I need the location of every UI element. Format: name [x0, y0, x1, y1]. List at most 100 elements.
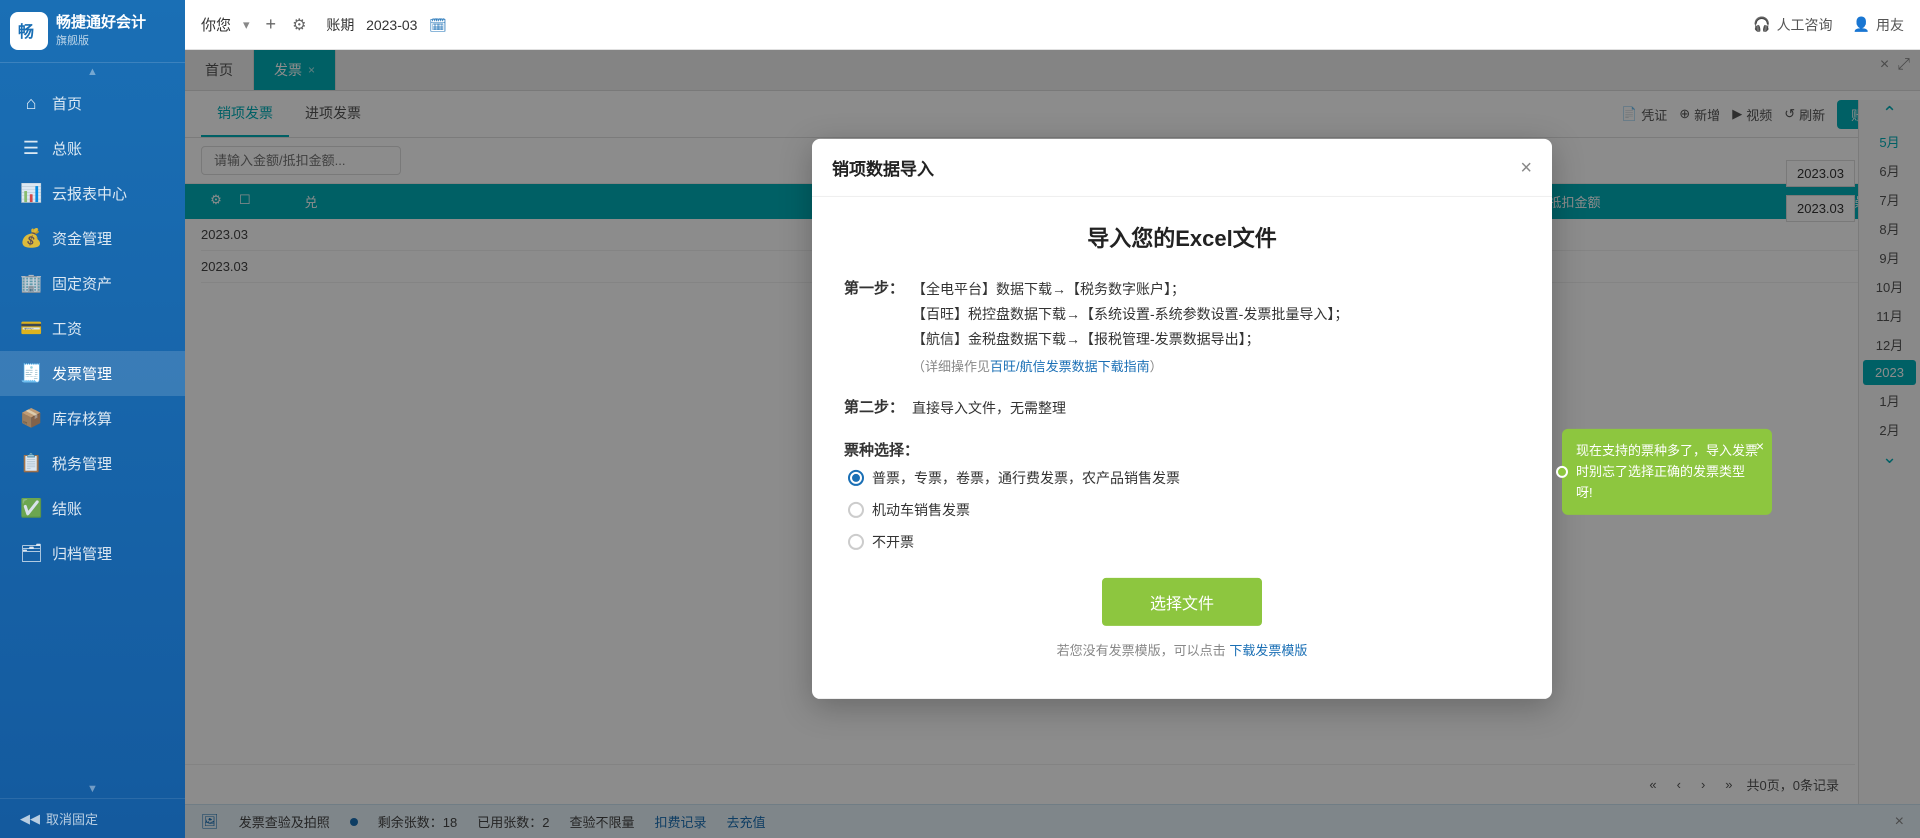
sidebar-item-fund[interactable]: 💰 资金管理 — [0, 216, 185, 261]
inventory-icon: 📦 — [20, 408, 42, 429]
consult-label: 人工咨询 — [1777, 15, 1833, 35]
dialog-header: 销项数据导入 × — [812, 139, 1552, 197]
topbar-right: 🎧 人工咨询 👤 用友 — [1753, 15, 1904, 35]
sidebar-item-report-label: 云报表中心 — [52, 183, 127, 204]
sidebar-item-invoice-label: 发票管理 — [52, 363, 112, 384]
radio-motor-circle — [848, 502, 864, 518]
step2: 第二步： 直接导入文件，无需整理 — [844, 396, 1520, 421]
step1-line-1: 【百旺】税控盘数据下载→【系统设置-系统参数设置-发票批量导入】； — [912, 302, 1348, 327]
ticket-label: 票种选择： — [844, 442, 919, 459]
radio-common[interactable]: 普票，专票，卷票，通行费发票，农产品销售发票 — [848, 468, 1520, 488]
step1-guide-link[interactable]: 百旺/航信发票数据下载指南 — [990, 358, 1150, 373]
step1: 第一步： 【全电平台】数据下载→【税务数字账户】； 【百旺】税控盘数据下载→【系… — [844, 277, 1520, 378]
radio-common-circle — [848, 470, 864, 486]
settle-icon: ✅ — [20, 498, 42, 519]
logo-icon: 畅 — [10, 12, 48, 50]
dialog-body: 导入您的Excel文件 第一步： 【全电平台】数据下载→【税务数字账户】； 【百… — [812, 197, 1552, 699]
user-label: 用友 — [1876, 15, 1904, 35]
step1-content: 【全电平台】数据下载→【税务数字账户】； 【百旺】税控盘数据下载→【系统设置-系… — [912, 277, 1348, 378]
dialog-close-btn[interactable]: × — [1520, 157, 1532, 177]
sidebar-item-home[interactable]: ⌂ 首页 — [0, 81, 185, 126]
step1-label: 第一步： — [844, 277, 904, 298]
sidebar-item-tax-label: 税务管理 — [52, 453, 112, 474]
sidebar-item-asset[interactable]: 🏢 固定资产 — [0, 261, 185, 306]
radio-none-circle — [848, 534, 864, 550]
period-prefix: 账期 — [326, 17, 354, 33]
sidebar-item-ledger-label: 总账 — [52, 138, 82, 159]
user-btn[interactable]: 👤 用友 — [1853, 15, 1904, 35]
add-tab-btn[interactable]: + — [262, 10, 281, 39]
logo-text-block: 畅捷通好会计 旗舰版 — [56, 14, 146, 48]
logo-svg: 畅 — [13, 15, 45, 47]
tooltip-text: 现在支持的票种多了，导入发票时别忘了选择正确的发票类型呀! — [1576, 443, 1758, 500]
sidebar-item-ledger[interactable]: ☰ 总账 — [0, 126, 185, 171]
sidebar-item-settle-label: 结账 — [52, 498, 82, 519]
dialog-main-title: 导入您的Excel文件 — [844, 221, 1520, 253]
sidebar-item-fund-label: 资金管理 — [52, 228, 112, 249]
svg-text:畅: 畅 — [18, 22, 34, 41]
period-value: 2023-03 — [366, 17, 417, 33]
ledger-icon: ☰ — [20, 138, 42, 159]
settings-icon[interactable]: ⚙ — [292, 15, 306, 35]
cancel-fixed-label: 取消固定 — [46, 809, 98, 828]
sidebar-logo: 畅 畅捷通好会计 旗舰版 — [0, 0, 185, 63]
cancel-fixed-icon: ◀◀ — [20, 811, 40, 827]
tax-icon: 📋 — [20, 453, 42, 474]
logo-sub-text: 旗舰版 — [56, 32, 146, 48]
template-download-link[interactable]: 下载发票模版 — [1229, 643, 1307, 658]
dialog-footer: 选择文件 若您没有发票模版，可以点击 下载发票模版 — [844, 568, 1520, 679]
sidebar-item-invoice[interactable]: 🧾 发票管理 — [0, 351, 185, 396]
topbar: 你您 ▾ + ⚙ 账期 2023-03 🗓 🎧 人工咨询 👤 用友 — [185, 0, 1920, 50]
radio-none-label: 不开票 — [872, 532, 914, 552]
company-name: 你您 — [201, 14, 231, 35]
asset-icon: 🏢 — [20, 273, 42, 294]
user-icon: 👤 — [1853, 16, 1870, 33]
sidebar-item-salary[interactable]: 💳 工资 — [0, 306, 185, 351]
radio-none[interactable]: 不开票 — [848, 532, 1520, 552]
template-tip: 若您没有发票模版，可以点击 下载发票模版 — [844, 640, 1520, 659]
sidebar-item-asset-label: 固定资产 — [52, 273, 112, 294]
invoice-icon: 🧾 — [20, 363, 42, 384]
logo-main-text: 畅捷通好会计 — [56, 14, 146, 32]
tooltip-connector-dot — [1556, 466, 1568, 478]
step1-line-2: 【航信】金税盘数据下载→【报税管理-发票数据导出】； — [912, 327, 1348, 352]
sidebar: 畅 畅捷通好会计 旗舰版 ▲ ⌂ 首页 ☰ 总账 📊 云报表中心 💰 资金管理 … — [0, 0, 185, 838]
radio-common-label: 普票，专票，卷票，通行费发票，农产品销售发票 — [872, 468, 1180, 488]
fund-icon: 💰 — [20, 228, 42, 249]
radio-motor-label: 机动车销售发票 — [872, 500, 970, 520]
step1-line-0: 【全电平台】数据下载→【税务数字账户】； — [912, 277, 1348, 302]
sidebar-item-home-label: 首页 — [52, 93, 82, 114]
sidebar-nav: ⌂ 首页 ☰ 总账 📊 云报表中心 💰 资金管理 🏢 固定资产 💳 工资 🧾 发… — [0, 81, 185, 780]
step2-label: 第二步： — [844, 396, 904, 417]
sidebar-item-tax[interactable]: 📋 税务管理 — [0, 441, 185, 486]
tooltip-bubble: × 现在支持的票种多了，导入发票时别忘了选择正确的发票类型呀! — [1562, 429, 1772, 515]
select-file-btn[interactable]: 选择文件 — [1102, 578, 1262, 626]
sidebar-item-settle[interactable]: ✅ 结账 — [0, 486, 185, 531]
sidebar-item-archive[interactable]: 🗂 归档管理 — [0, 531, 185, 576]
archive-icon: 🗂 — [20, 543, 42, 564]
step1-note: （详细操作见百旺/航信发票数据下载指南） — [912, 354, 1348, 377]
sidebar-item-inventory[interactable]: 📦 库存核算 — [0, 396, 185, 441]
report-icon: 📊 — [20, 183, 42, 204]
radio-motor[interactable]: 机动车销售发票 — [848, 500, 1520, 520]
scroll-down-btn[interactable]: ▼ — [87, 780, 98, 798]
ticket-select: 票种选择： 普票，专票，卷票，通行费发票，农产品销售发票 机动车销售发票 不开票 — [844, 439, 1520, 552]
tooltip-close-btn[interactable]: × — [1756, 435, 1764, 457]
step2-content: 直接导入文件，无需整理 — [912, 396, 1066, 421]
sidebar-item-archive-label: 归档管理 — [52, 543, 112, 564]
period-calendar-icon[interactable]: 🗓 — [429, 17, 447, 33]
home-icon: ⌂ — [20, 93, 42, 114]
template-tip-prefix: 若您没有发票模版，可以点击 — [1057, 643, 1226, 658]
cancel-fixed-btn[interactable]: ◀◀ 取消固定 — [0, 798, 185, 838]
period-label: 账期 2023-03 🗓 — [326, 15, 447, 35]
salary-icon: 💳 — [20, 318, 42, 339]
company-dropdown-icon[interactable]: ▾ — [243, 17, 250, 33]
sidebar-item-report[interactable]: 📊 云报表中心 — [0, 171, 185, 216]
sidebar-item-inventory-label: 库存核算 — [52, 408, 112, 429]
radio-common-dot — [852, 474, 860, 482]
scroll-up-btn[interactable]: ▲ — [87, 63, 98, 81]
sidebar-item-salary-label: 工资 — [52, 318, 82, 339]
radio-group: 普票，专票，卷票，通行费发票，农产品销售发票 机动车销售发票 不开票 — [848, 468, 1520, 552]
consult-btn[interactable]: 🎧 人工咨询 — [1753, 15, 1832, 35]
headset-icon: 🎧 — [1753, 16, 1770, 33]
